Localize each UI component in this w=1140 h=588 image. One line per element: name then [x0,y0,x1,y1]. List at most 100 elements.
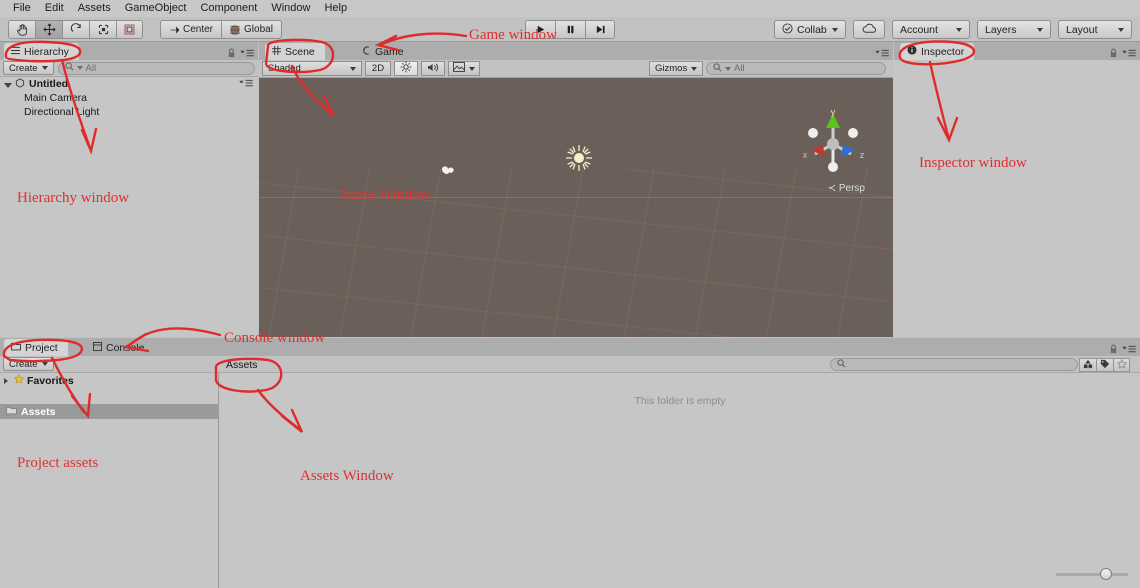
star-icon [14,373,24,387]
right-toolbar-group: Collab Account Layers Layout [774,20,1132,39]
scene-projection-mode[interactable]: ≺ Persp [828,183,865,194]
inspector-tabstrip: Inspector [894,42,1140,60]
playback-controls-group [525,20,615,39]
pause-button[interactable] [555,20,585,39]
filter-by-type-button[interactable] [1079,358,1096,372]
cloud-button[interactable] [853,20,885,39]
gizmos-label: Gizmos [655,63,688,74]
menu-item-gameobject[interactable]: GameObject [118,0,194,17]
chevron-down-icon [725,66,731,71]
collab-button[interactable]: Collab [774,20,846,39]
gizmos-dropdown[interactable]: Gizmos [649,61,703,76]
rect-transform-icon [123,23,136,36]
folder-icon [11,342,21,354]
speaker-icon [427,62,440,76]
console-icon [93,341,102,354]
menu-item-help[interactable]: Help [317,0,354,17]
shapes-icon [1083,356,1093,374]
scene-search-input[interactable]: All [706,62,886,75]
play-button[interactable] [525,20,555,39]
toggle-audio-button[interactable] [421,61,445,76]
scale-icon [97,23,110,36]
hierarchy-item-directional-light[interactable]: Directional Light [0,105,258,119]
tab-hierarchy[interactable]: Hierarchy [4,43,79,60]
chevron-down-icon [76,66,83,70]
scene-grid [259,168,893,337]
layout-button[interactable]: Layout [1058,20,1132,39]
project-tabstrip: Project Console [0,338,1140,356]
unity-scene-icon [15,77,25,91]
folder-icon [6,406,17,418]
scene-search-placeholder: All [734,63,745,74]
step-icon [595,24,606,35]
menu-item-window[interactable]: Window [264,0,317,17]
chevron-down-icon[interactable] [4,82,12,88]
hierarchy-search-input[interactable]: All [57,61,255,75]
breadcrumb[interactable]: Assets [220,356,258,373]
favorites-filter-button[interactable] [1113,358,1130,372]
hierarchy-toolbar: Create All [0,60,258,77]
menu-item-file[interactable]: File [6,0,38,17]
chevron-down-icon [469,66,475,71]
menu-item-component[interactable]: Component [193,0,264,17]
layers-button[interactable]: Layers [977,20,1051,39]
hierarchy-create-button[interactable]: Create [3,61,54,75]
toggle-2d-button[interactable]: 2D [365,61,391,76]
scale-tool-button[interactable] [89,20,116,39]
menu-item-edit[interactable]: Edit [38,0,71,17]
rotate-tool-button[interactable] [62,20,89,39]
move-tool-button[interactable] [35,20,62,39]
pivot-mode-button[interactable]: Center [160,20,222,39]
search-icon [64,62,74,74]
arrow-left-icon: ≺ [827,183,837,194]
tab-inspector-label: Inspector [921,45,965,58]
toggle-effects-button[interactable] [448,61,480,76]
empty-folder-message: This folder is empty [634,395,726,407]
asset-zoom-slider[interactable] [1056,568,1128,580]
chevron-down-icon [350,66,356,71]
project-favorites-label: Favorites [27,374,74,387]
slider-knob[interactable] [1100,568,1112,580]
toggle-lighting-button[interactable] [394,61,418,76]
scene-menu-icon[interactable] [239,79,253,91]
account-button[interactable]: Account [892,20,970,39]
rect-tool-button[interactable] [116,20,143,39]
hierarchy-item-main-camera[interactable]: Main Camera [0,91,258,105]
shading-mode-label: Shaded [268,63,301,74]
hand-icon [16,23,29,36]
chevron-right-icon[interactable] [4,377,8,384]
scene-viewport[interactable]: y x z ≺ Persp [259,78,893,337]
project-search-input[interactable] [830,358,1078,371]
scene-axis-gizmo[interactable]: y x z [795,106,865,176]
tab-scene[interactable]: Scene [265,43,325,60]
filter-by-label-button[interactable] [1096,358,1113,372]
space-mode-label: Global [244,24,273,35]
project-create-label: Create [9,358,38,370]
project-create-button[interactable]: Create [3,357,54,371]
tab-inspector[interactable]: Inspector [900,43,975,60]
tab-project[interactable]: Project [4,339,68,356]
tag-icon [1100,356,1110,374]
step-button[interactable] [585,20,615,39]
inspector-panel: Inspector [894,42,1140,337]
project-favorites-row[interactable]: Favorites [0,373,218,388]
layers-label: Layers [985,23,1017,36]
tab-console[interactable]: Console [86,339,155,356]
hierarchy-create-label: Create [9,62,38,74]
svg-text:z: z [860,150,865,160]
chevron-down-icon [956,27,962,32]
space-mode-button[interactable]: Global [221,20,282,39]
tab-game[interactable]: Game [355,43,414,60]
directional-light-gizmo[interactable] [565,144,592,171]
hierarchy-tree: Untitled Main Camera Directional Light [0,77,258,337]
shading-mode-dropdown[interactable]: Shaded [262,61,362,76]
hierarchy-scene-row[interactable]: Untitled [0,77,258,91]
project-panel: Project Console Create Favorites Assets … [0,338,1140,588]
search-icon [837,358,846,371]
menu-item-assets[interactable]: Assets [71,0,118,17]
svg-text:x: x [803,150,808,160]
main-camera-gizmo[interactable] [440,164,456,176]
grid-icon [272,45,281,58]
hand-tool-button[interactable] [8,20,35,39]
project-assets-folder-row[interactable]: Assets [0,404,218,419]
